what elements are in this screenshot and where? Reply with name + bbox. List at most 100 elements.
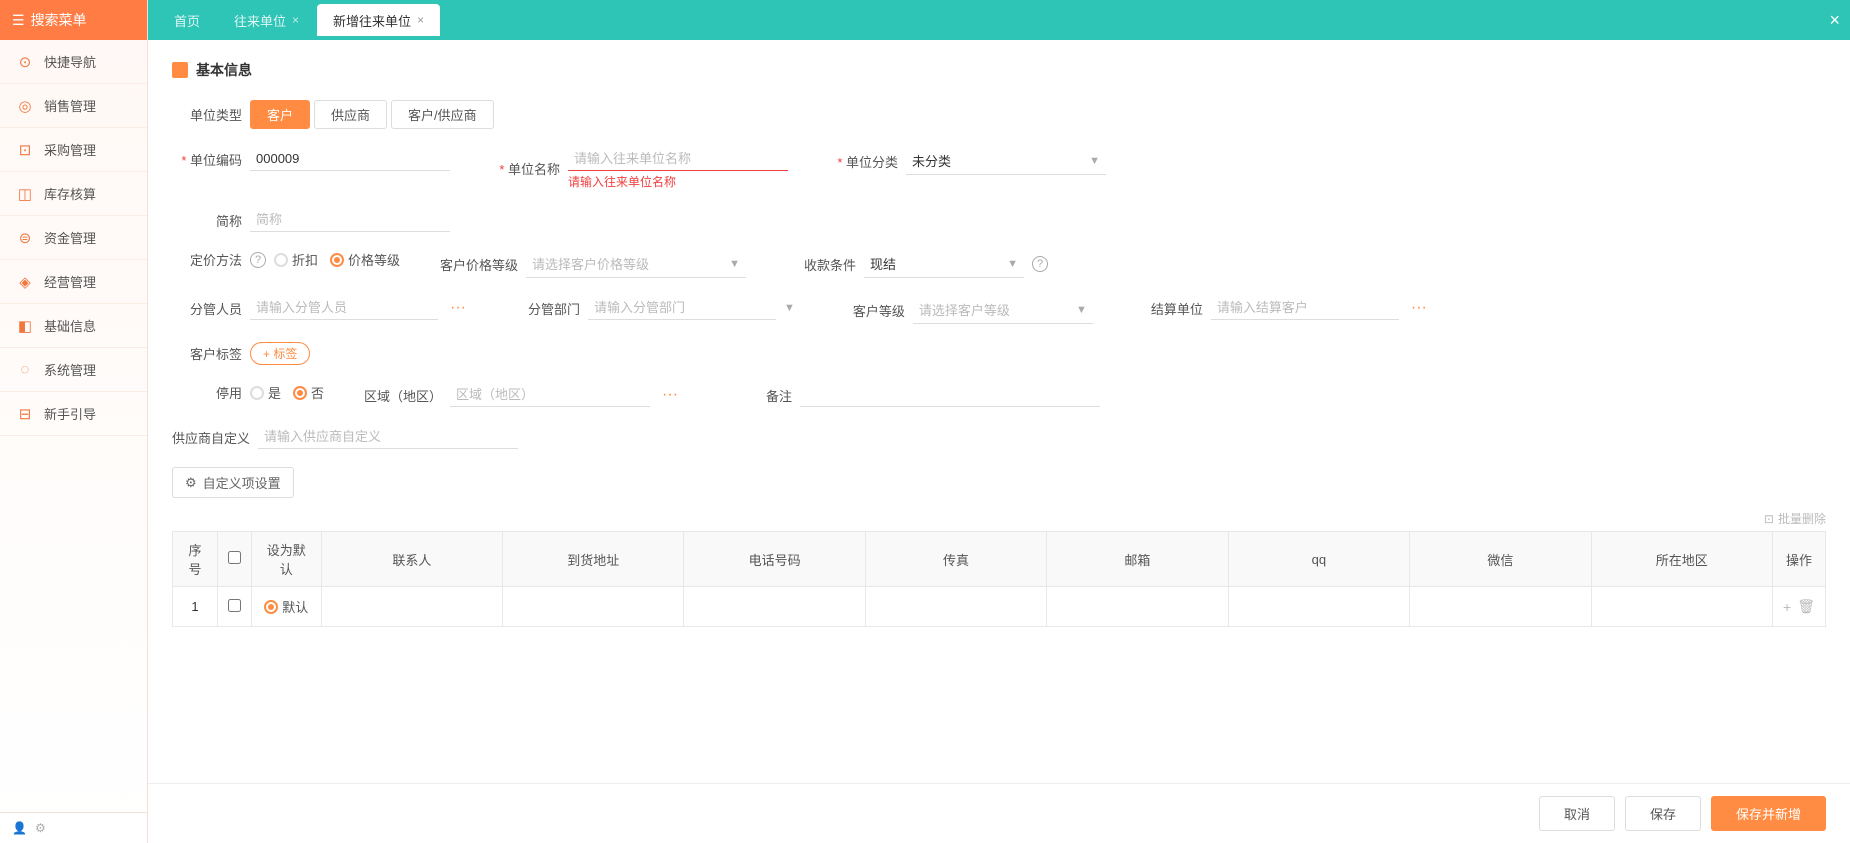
customer-price-level-select[interactable]: 请选择客户价格等级 ▼	[526, 250, 746, 278]
guide-icon: ⊟	[16, 405, 34, 423]
disabled-yes[interactable]: 是	[250, 383, 281, 402]
payment-terms-select[interactable]: 现结 ▼	[864, 250, 1024, 278]
row-default[interactable]: 默认	[251, 587, 321, 627]
sidebar-item-label: 采购管理	[44, 140, 96, 159]
col-wechat: 微信	[1410, 532, 1591, 587]
sidebar-item-inventory[interactable]: ◫ 库存核算	[0, 172, 147, 216]
unit-name-input[interactable]	[568, 147, 788, 171]
add-tag-button[interactable]: + 标签	[250, 342, 310, 365]
pricing-help-icon[interactable]: ?	[250, 252, 266, 268]
row-checkbox[interactable]	[228, 599, 241, 612]
remarks-label: 备注	[722, 386, 792, 405]
settlement-unit-input[interactable]	[1211, 296, 1399, 320]
row-phone-input[interactable]	[694, 595, 854, 618]
supplier-custom-input[interactable]	[258, 425, 518, 449]
department-group: 分管部门 ▼	[510, 296, 795, 320]
row-wechat-input[interactable]	[1420, 595, 1580, 618]
row-default-radio	[264, 600, 278, 614]
sidebar-item-purchase-mgmt[interactable]: ⊡ 采购管理	[0, 128, 147, 172]
row-contact-input[interactable]	[332, 595, 492, 618]
sidebar-item-finance[interactable]: ⊜ 资金管理	[0, 216, 147, 260]
unit-category-group: 单位分类 未分类 ▼	[828, 147, 1826, 175]
sales-icon: ◎	[16, 97, 34, 115]
customer-price-level-placeholder: 请选择客户价格等级	[532, 254, 649, 273]
row-qq[interactable]	[1228, 587, 1410, 627]
row-address[interactable]	[503, 587, 684, 627]
sidebar-item-operations[interactable]: ◈ 经营管理	[0, 260, 147, 304]
settings-icon[interactable]: ⚙	[35, 821, 46, 835]
supplier-custom-label: 供应商自定义	[172, 428, 250, 447]
custom-settings-label: 自定义项设置	[203, 473, 281, 492]
region-input[interactable]	[450, 383, 650, 407]
type-btn-both[interactable]: 客户/供应商	[391, 100, 494, 129]
type-btn-customer[interactable]: 客户	[250, 100, 310, 129]
sidebar-item-sys-mgmt[interactable]: ◌ 系统管理	[0, 348, 147, 392]
tab-partners[interactable]: 往来单位 ×	[218, 4, 315, 36]
payment-help-icon[interactable]: ?	[1032, 256, 1048, 272]
row-region[interactable]	[1591, 587, 1772, 627]
tab-home[interactable]: 首页	[158, 4, 216, 36]
row-delete-btn[interactable]: 🗑	[1797, 598, 1815, 615]
row-email[interactable]	[1047, 587, 1228, 627]
col-seq: 序号	[173, 532, 218, 587]
abbreviation-input[interactable]	[250, 208, 450, 232]
row-fax[interactable]	[865, 587, 1046, 627]
batch-delete-area: ⊡ 批量删除	[172, 510, 1826, 527]
row-fax-input[interactable]	[876, 595, 1036, 618]
pricing-discount[interactable]: 折扣	[274, 250, 318, 269]
tab-new-partner-close[interactable]: ×	[417, 14, 424, 26]
sidebar-item-label: 库存核算	[44, 184, 96, 203]
batch-delete-label[interactable]: 批量删除	[1778, 510, 1826, 527]
unit-type-row: 单位类型 客户 供应商 客户/供应商	[172, 100, 1826, 129]
department-input[interactable]	[588, 296, 776, 320]
payment-terms-group: 收款条件 现结 ▼ ?	[786, 250, 1826, 278]
customer-level-select[interactable]: 请选择客户等级 ▼	[913, 296, 1093, 324]
type-btn-supplier[interactable]: 供应商	[314, 100, 387, 129]
unit-code-group: 单位编码	[172, 147, 450, 171]
sidebar-item-guide[interactable]: ⊟ 新手引导	[0, 392, 147, 436]
manager-label: 分管人员	[172, 299, 242, 318]
disabled-no[interactable]: 否	[293, 383, 324, 402]
sidebar-item-sales-mgmt[interactable]: ◎ 销售管理	[0, 84, 147, 128]
pricing-level[interactable]: 价格等级	[330, 250, 400, 269]
col-checkbox[interactable]	[217, 532, 251, 587]
unit-category-select[interactable]: 未分类 ▼	[906, 147, 1106, 175]
row-address-input[interactable]	[513, 595, 673, 618]
manager-input[interactable]	[250, 296, 438, 320]
purchase-icon: ⊡	[16, 141, 34, 159]
row-checkbox-cell[interactable]	[217, 587, 251, 627]
abbreviation-row: 简称	[172, 208, 1826, 232]
manager-more-btn[interactable]: ···	[446, 299, 470, 317]
remarks-input[interactable]	[800, 383, 1100, 407]
row-email-input[interactable]	[1057, 595, 1217, 618]
row-default-radio-label[interactable]: 默认	[264, 597, 308, 616]
region-more-btn[interactable]: ···	[658, 386, 682, 404]
disabled-yes-label: 是	[268, 383, 281, 402]
main-area: 首页 往来单位 × 新增往来单位 × × 基本信息 单位类型 客户 供应商 客户…	[148, 0, 1850, 843]
select-all-checkbox[interactable]	[228, 551, 241, 564]
customer-price-level-label: 客户价格等级	[440, 255, 518, 274]
save-button[interactable]: 保存	[1625, 796, 1701, 831]
row-contact[interactable]	[321, 587, 502, 627]
sidebar-item-basic-info[interactable]: ◧ 基础信息	[0, 304, 147, 348]
settlement-unit-more-btn[interactable]: ···	[1407, 299, 1431, 317]
contact-table: 序号 设为默认 联系人 到货地址 电话号码 传真 邮箱 qq 微信 所在地区 操…	[172, 531, 1826, 627]
custom-settings-button[interactable]: ⚙ 自定义项设置	[172, 467, 294, 498]
sidebar-item-quick-nav[interactable]: ⊙ 快捷导航	[0, 40, 147, 84]
unit-code-input[interactable]	[250, 147, 450, 171]
col-qq: qq	[1228, 532, 1410, 587]
row-region-input[interactable]	[1602, 595, 1762, 618]
customer-price-arrow: ▼	[729, 258, 740, 270]
row-add-btn[interactable]: +	[1783, 599, 1791, 615]
row-wechat[interactable]	[1410, 587, 1591, 627]
row-phone[interactable]	[684, 587, 865, 627]
manager-row: 分管人员 ··· 分管部门 ▼ 客户等级 请选择客户等级 ▼ 结算单位 ···	[172, 296, 1826, 324]
window-close-btn[interactable]: ×	[1829, 11, 1840, 29]
tab-new-partner[interactable]: 新增往来单位 ×	[317, 4, 440, 36]
sidebar-search[interactable]: ☰ 搜索菜单	[0, 0, 147, 40]
cancel-button[interactable]: 取消	[1539, 796, 1615, 831]
save-new-button[interactable]: 保存并新增	[1711, 796, 1826, 831]
sidebar-item-label: 经营管理	[44, 272, 96, 291]
tab-partners-close[interactable]: ×	[292, 14, 299, 26]
row-qq-input[interactable]	[1239, 595, 1400, 618]
